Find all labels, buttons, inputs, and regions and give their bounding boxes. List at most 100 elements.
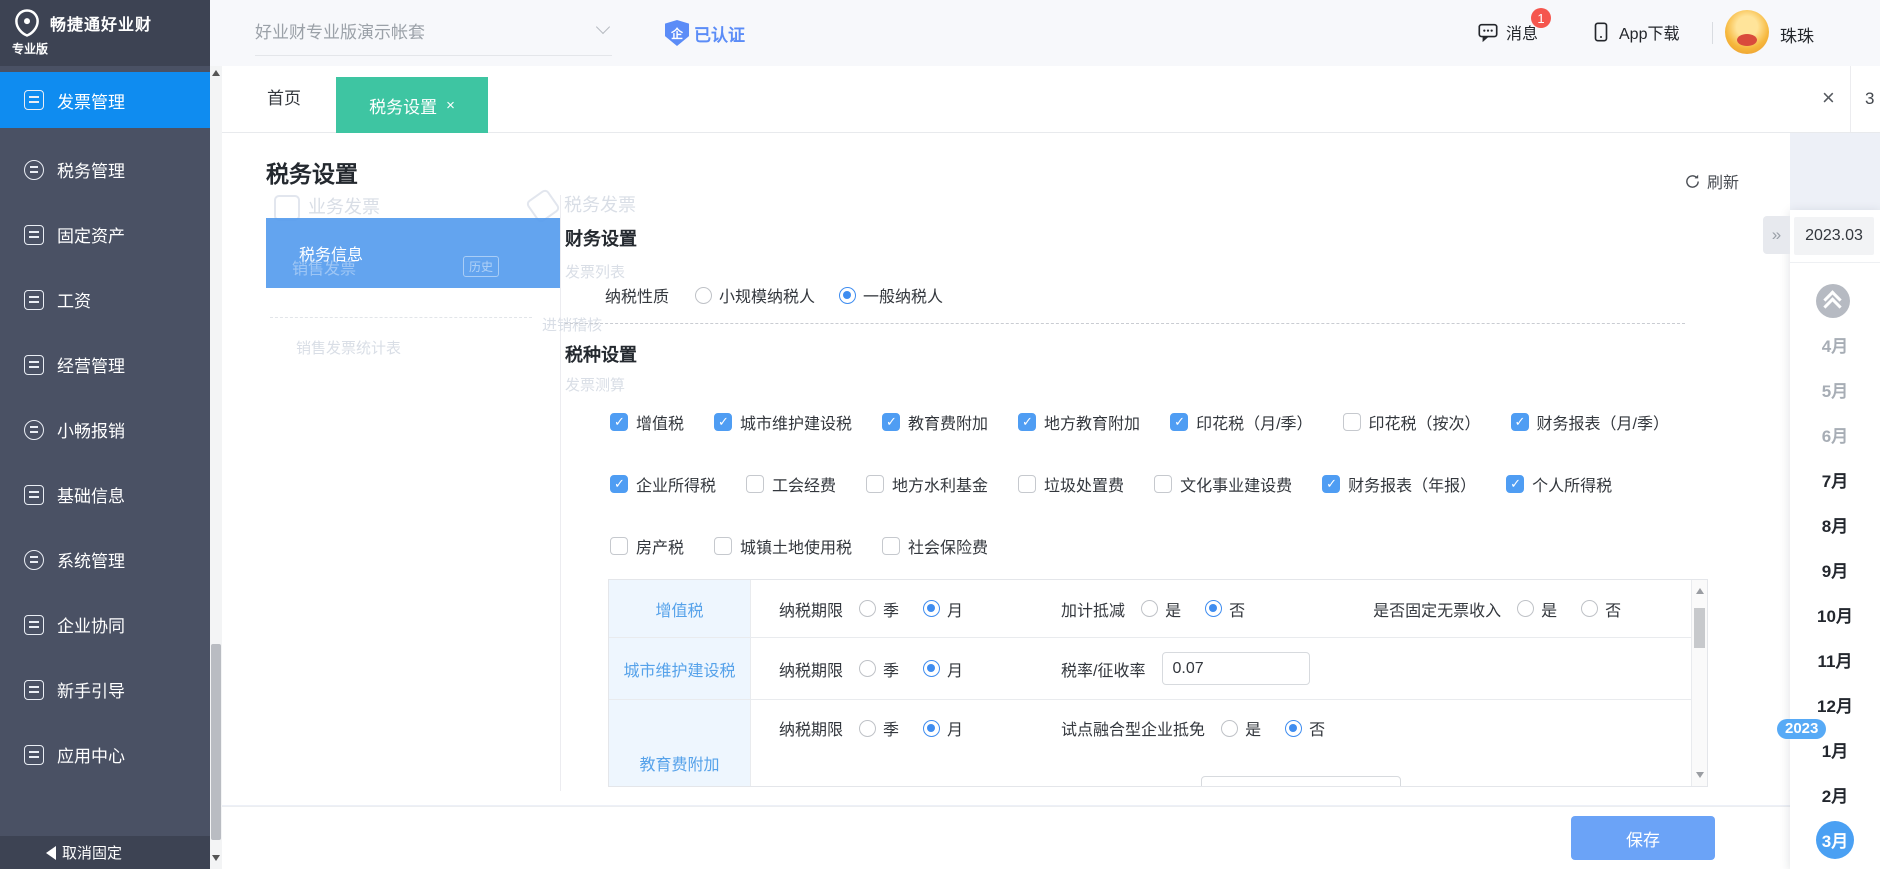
month-item-jul[interactable]: 7月 xyxy=(1790,457,1880,502)
sidebar-item-basic-info[interactable]: 基础信息 xyxy=(0,462,210,527)
radio-pilot-offset-yes[interactable]: 是 xyxy=(1221,716,1261,740)
sidebar-item-label: 系统管理 xyxy=(57,552,125,571)
radio-small-scale-taxpayer[interactable]: 小规模纳税人 xyxy=(695,283,815,307)
radio-extra-deduction-yes[interactable]: 是 xyxy=(1141,597,1181,621)
checkbox-icon[interactable] xyxy=(610,475,628,493)
radio-pilot-offset-no[interactable]: 否 xyxy=(1285,716,1325,740)
scroll-up-icon[interactable] xyxy=(212,70,220,76)
month-item-sep[interactable]: 9月 xyxy=(1790,547,1880,592)
sidebar-item-system-management[interactable]: 系统管理 xyxy=(0,527,210,592)
sidebar-item-fixed-assets[interactable]: 固定资产 xyxy=(0,202,210,267)
account-selector[interactable]: 好业财专业版演示帐套 xyxy=(255,18,612,56)
sidebar-item-enterprise-collab[interactable]: 企业协同 xyxy=(0,592,210,657)
month-item-oct[interactable]: 10月 xyxy=(1790,592,1880,637)
checkbox-stamp-tax-per-occurrence[interactable]: 印花税（按次） xyxy=(1342,410,1481,434)
sidebar-item-app-center[interactable]: 应用中心 xyxy=(0,722,210,787)
checkbox-garbage-disposal-fee[interactable]: 垃圾处置费 xyxy=(1018,472,1124,496)
checkbox-union-funds[interactable]: 工会经费 xyxy=(746,472,836,496)
checkbox-icon[interactable] xyxy=(1018,475,1037,493)
radio-icon[interactable] xyxy=(839,286,857,304)
checkbox-icon[interactable] xyxy=(1506,475,1525,493)
user-name[interactable]: 珠珠 xyxy=(1780,22,1814,47)
checkbox-culture-construction-fee[interactable]: 文化事业建设费 xyxy=(1154,472,1292,496)
tab-tax-settings[interactable]: 税务设置 × xyxy=(336,77,488,133)
checkbox-icon[interactable] xyxy=(610,537,628,555)
radio-fixed-income-yes[interactable]: 是 xyxy=(1517,597,1557,621)
current-period[interactable]: 2023.03 xyxy=(1794,217,1874,255)
checkbox-icon[interactable] xyxy=(1342,413,1361,431)
radio-period-quarter[interactable]: 季 xyxy=(859,657,899,681)
checkbox-urban-maintenance-tax[interactable]: 城市维护建设税 xyxy=(714,410,852,434)
messages-button[interactable]: 消息 1 xyxy=(1477,8,1551,44)
scrollbar-thumb[interactable] xyxy=(1694,608,1705,648)
avatar[interactable] xyxy=(1725,10,1769,54)
checkbox-icon[interactable] xyxy=(866,475,885,493)
checkbox-local-education-surcharge[interactable]: 地方教育附加 xyxy=(1018,410,1140,434)
checkbox-icon[interactable] xyxy=(1170,413,1189,431)
scroll-to-top-button[interactable] xyxy=(1816,284,1850,318)
checkbox-social-insurance-fee[interactable]: 社会保险费 xyxy=(882,534,988,558)
app-download-label: App下载 xyxy=(1619,26,1680,43)
checkbox-icon[interactable] xyxy=(714,537,733,555)
checkbox-stamp-tax-monthly[interactable]: 印花税（月/季） xyxy=(1170,410,1313,434)
sidebar-item-reimbursement[interactable]: 小畅报销 xyxy=(0,397,210,462)
checkbox-icon[interactable] xyxy=(746,475,765,493)
month-item-may[interactable]: 5月 xyxy=(1790,367,1880,412)
checkbox-local-water-fund[interactable]: 地方水利基金 xyxy=(866,472,988,496)
save-button[interactable]: 保存 xyxy=(1571,816,1715,860)
sidebar-item-tax-management[interactable]: 税务管理 xyxy=(0,137,210,202)
radio-period-month[interactable]: 月 xyxy=(923,597,963,621)
radio-general-taxpayer[interactable]: 一般纳税人 xyxy=(839,283,943,307)
tax-rate-input[interactable] xyxy=(1161,652,1310,685)
checkbox-financial-report-annual[interactable]: 财务报表（年报） xyxy=(1322,472,1476,496)
sidebar-item-newbie-guide[interactable]: 新手引导 xyxy=(0,657,210,722)
table-scrollbar[interactable] xyxy=(1691,580,1707,786)
close-panel-icon[interactable]: × xyxy=(1822,66,1835,132)
refresh-button[interactable]: 刷新 xyxy=(1684,169,1739,193)
sidebar-scrollbar[interactable] xyxy=(210,66,222,869)
tab-close-icon[interactable]: × xyxy=(446,97,455,114)
checkbox-icon[interactable] xyxy=(1322,475,1341,493)
month-item-feb[interactable]: 2月 xyxy=(1790,772,1880,817)
pilot-merged-offset-label: 试点融合型企业抵免 xyxy=(1061,722,1206,739)
month-item-nov[interactable]: 11月 xyxy=(1790,637,1880,682)
sidebar-item-payroll[interactable]: 工资 xyxy=(0,267,210,332)
rail-collapse-button[interactable] xyxy=(1763,216,1790,254)
checkbox-icon[interactable] xyxy=(1018,413,1037,431)
radio-period-month[interactable]: 月 xyxy=(923,716,963,740)
radio-period-quarter[interactable]: 季 xyxy=(859,597,899,621)
sidebar-item-invoice-management[interactable]: 发票管理 xyxy=(0,72,210,128)
checkbox-icon[interactable] xyxy=(1154,475,1173,493)
checkbox-vat[interactable]: 增值税 xyxy=(610,410,684,434)
radio-extra-deduction-no[interactable]: 否 xyxy=(1205,597,1245,621)
checkbox-financial-report-monthly[interactable]: 财务报表（月/季） xyxy=(1510,410,1669,434)
checkbox-icon[interactable] xyxy=(610,413,628,431)
sidebar-item-operations[interactable]: 经营管理 xyxy=(0,332,210,397)
scrollbar-thumb[interactable] xyxy=(211,644,221,840)
app-download-button[interactable]: App下载 xyxy=(1590,20,1679,44)
checkbox-personal-income-tax[interactable]: 个人所得税 xyxy=(1506,472,1612,496)
scroll-down-icon[interactable] xyxy=(212,855,220,861)
footer-bar: 保存 xyxy=(222,806,1790,869)
month-item-mar-selected[interactable]: 3月 xyxy=(1790,817,1880,862)
checkbox-education-surcharge[interactable]: 教育费附加 xyxy=(882,410,988,434)
checkbox-icon[interactable] xyxy=(714,413,733,431)
month-item-aug[interactable]: 8月 xyxy=(1790,502,1880,547)
checkbox-property-tax[interactable]: 房产税 xyxy=(610,534,684,558)
tab-home[interactable]: 首页 xyxy=(267,66,301,132)
radio-fixed-income-no[interactable]: 否 xyxy=(1581,597,1621,621)
checkbox-icon[interactable] xyxy=(882,413,901,431)
unpin-sidebar-button[interactable]: 取消固定 xyxy=(0,836,210,869)
checkbox-urban-land-use-tax[interactable]: 城镇土地使用税 xyxy=(714,534,852,558)
scroll-down-icon[interactable] xyxy=(1696,772,1704,778)
month-item-jun[interactable]: 6月 xyxy=(1790,412,1880,457)
radio-period-quarter[interactable]: 季 xyxy=(859,716,899,740)
radio-period-month[interactable]: 月 xyxy=(923,657,963,681)
checkbox-corporate-income-tax[interactable]: 企业所得税 xyxy=(610,472,716,496)
radio-icon[interactable] xyxy=(695,286,713,304)
scroll-up-icon[interactable] xyxy=(1696,588,1704,594)
checkbox-icon[interactable] xyxy=(882,537,901,555)
clipped-input-field[interactable] xyxy=(1201,776,1401,786)
checkbox-icon[interactable] xyxy=(1510,413,1529,431)
month-item-apr[interactable]: 4月 xyxy=(1790,322,1880,367)
